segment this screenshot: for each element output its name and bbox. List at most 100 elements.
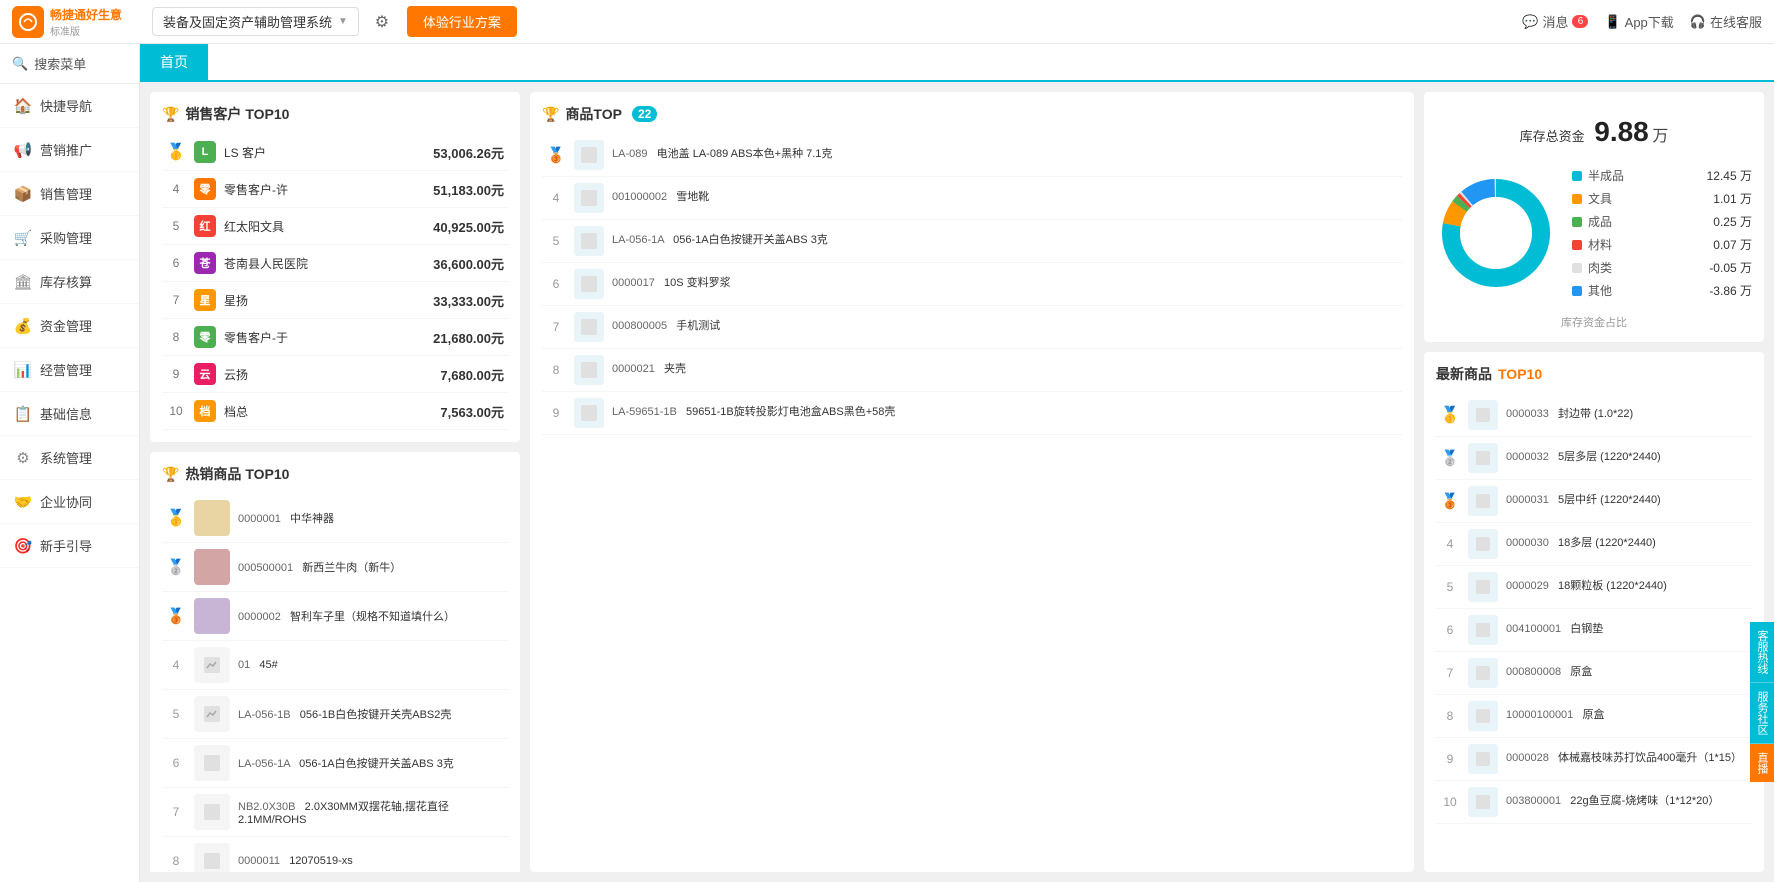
legend-color-dot xyxy=(1572,286,1582,296)
top-header: 畅捷通好生意 标准版 装备及固定资产辅助管理系统 ▼ ⚙ 体验行业方案 💬 消息… xyxy=(0,0,1774,44)
sidebar-item-system[interactable]: ⚙ 系统管理 xyxy=(0,436,139,480)
table-row: 9 云 云扬 7,680.00元 xyxy=(162,356,508,393)
legend-color-dot xyxy=(1572,263,1582,273)
inventory-card: 库存总资金 9.88 万 xyxy=(1424,92,1764,342)
rank-number: 4 xyxy=(546,191,566,205)
customer-name: 苍南县人民医院 xyxy=(224,255,425,272)
sidebar-item-navigation[interactable]: 🏠 快捷导航 xyxy=(0,84,139,128)
online-service-button[interactable]: 🎧 在线客服 xyxy=(1690,12,1762,31)
service-community-button[interactable]: 服务社区 xyxy=(1750,683,1774,744)
sidebar-item-enterprise[interactable]: 🤝 企业协同 xyxy=(0,480,139,524)
new-products-card: 最新商品 TOP10 🥇 0000033 封边带 ( xyxy=(1424,352,1764,872)
customer-amount: 51,183.00元 xyxy=(433,180,504,199)
right-column: 库存总资金 9.88 万 xyxy=(1424,92,1764,872)
settings-button[interactable]: ⚙ xyxy=(367,7,397,37)
rank-number: 9 xyxy=(546,406,566,420)
list-item: 10 003800001 22g鱼豆腐-烧烤味（1*12*20） xyxy=(1436,781,1752,824)
product-info: LA-056-1A 056-1A白色按键开关盖ABS 3克 xyxy=(238,755,504,771)
list-item: 9 0000028 体械嘉枝味苏打饮品400毫升（1*15） xyxy=(1436,738,1752,781)
trial-button[interactable]: 体验行业方案 xyxy=(407,6,517,37)
list-item: 5 LA-056-1A 056-1A白色按键开关盖ABS 3克 xyxy=(542,220,1402,263)
product-thumbnail xyxy=(194,647,230,683)
trophy-icon: 🏆 xyxy=(162,106,179,123)
product-thumbnail xyxy=(574,398,604,428)
rank-number: 🥈 xyxy=(1440,449,1460,467)
header-right: 💬 消息 6 📱 App下载 🎧 在线客服 xyxy=(1522,12,1762,31)
product-thumbnail xyxy=(194,745,230,781)
rank-number: 4 xyxy=(166,182,186,196)
product-info: 000500001 新西兰牛肉（新牛） xyxy=(238,559,504,575)
sold-products-title: 🏆 商品TOP 22 xyxy=(542,104,1402,124)
list-item: 6 LA-056-1A 056-1A白色按键开关盖ABS 3克 xyxy=(162,739,508,788)
product-thumbnail xyxy=(574,226,604,256)
live-broadcast-button[interactable]: 直播 xyxy=(1750,744,1774,782)
product-thumbnail xyxy=(1468,701,1498,731)
sidebar-item-basic-info[interactable]: 📋 基础信息 xyxy=(0,392,139,436)
system-selector[interactable]: 装备及固定资产辅助管理系统 ▼ xyxy=(152,7,359,36)
sidebar-item-guide[interactable]: 🎯 新手引导 xyxy=(0,524,139,568)
search-icon: 🔍 xyxy=(12,56,28,72)
customer-amount: 21,680.00元 xyxy=(433,328,504,347)
donut-chart xyxy=(1436,173,1556,293)
product-thumbnail xyxy=(574,355,604,385)
hot-products-title: 🏆 热销商品 TOP10 xyxy=(162,464,508,484)
product-info: LA-056-1B 056-1B白色按键开关壳ABS2壳 xyxy=(238,706,504,722)
product-info: NB2.0X30B 2.0X30MM双摆花轴,摆花直径2.1MM/ROHS xyxy=(238,798,504,826)
logo-icon xyxy=(12,6,44,38)
legend-item: 肉类 -0.05 万 xyxy=(1572,256,1752,279)
list-item: 5 0000029 18颗粒板 (1220*2440) xyxy=(1436,566,1752,609)
sales-icon: 📦 xyxy=(14,185,32,203)
product-info: 0000011 12070519-xs xyxy=(238,855,504,867)
rank-number: 🥇 xyxy=(166,508,186,528)
sold-products-count-badge: 22 xyxy=(632,106,657,122)
rank-number: 7 xyxy=(1440,666,1460,680)
rank-number: 7 xyxy=(166,293,186,307)
rank-number: 10 xyxy=(1440,795,1460,809)
content-area: 首页 🏆 销售客户 TOP10 🥇 L LS 客户 xyxy=(140,44,1774,882)
product-thumbnail xyxy=(1468,658,1498,688)
list-item: 8 10000100001 原盒 xyxy=(1436,695,1752,738)
customer-service-button[interactable]: 客服热线 xyxy=(1750,622,1774,683)
rank-number: 6 xyxy=(1440,623,1460,637)
legend-item: 文具 1.01 万 xyxy=(1572,187,1752,210)
sidebar-item-purchase[interactable]: 🛒 采购管理 xyxy=(0,216,139,260)
middle-column: 🏆 商品TOP 22 🥉 LA-089 xyxy=(530,92,1414,872)
purchase-icon: 🛒 xyxy=(14,229,32,247)
sidebar-item-inventory[interactable]: 🏛 库存核算 xyxy=(0,260,139,304)
customer-amount: 53,006.26元 xyxy=(433,143,504,162)
notification-button[interactable]: 💬 消息 6 xyxy=(1522,12,1588,31)
sidebar-item-sales[interactable]: 📦 销售管理 xyxy=(0,172,139,216)
list-item: 9 LA-59651-1B 59651-1B旋转投影灯电池盒ABS黑色+58壳 xyxy=(542,392,1402,435)
customer-name: 星扬 xyxy=(224,292,425,309)
avatar: 档 xyxy=(194,400,216,422)
legend-color-dot xyxy=(1572,194,1582,204)
customer-amount: 40,925.00元 xyxy=(433,217,504,236)
marketing-icon: 📢 xyxy=(14,141,32,159)
customer-name: 红太阳文具 xyxy=(224,218,425,235)
sidebar-item-marketing[interactable]: 📢 营销推广 xyxy=(0,128,139,172)
product-info: 001000002 雪地靴 xyxy=(612,190,1398,205)
rank-number: 6 xyxy=(546,277,566,291)
page-content: 🏆 销售客户 TOP10 🥇 L LS 客户 53,006.26元 xyxy=(140,82,1774,882)
product-info: 0000021 夹壳 xyxy=(612,362,1398,377)
customer-ranking-title: 🏆 销售客户 TOP10 xyxy=(162,104,508,124)
sidebar-item-management[interactable]: 📊 经营管理 xyxy=(0,348,139,392)
system-icon: ⚙ xyxy=(14,449,32,467)
product-thumbnail xyxy=(574,140,604,170)
sidebar-item-finance[interactable]: 💰 资金管理 xyxy=(0,304,139,348)
product-info: 0000017 10S 变料罗浆 xyxy=(612,276,1398,291)
customer-amount: 36,600.00元 xyxy=(433,254,504,273)
app-download-button[interactable]: 📱 App下载 xyxy=(1604,12,1673,31)
rank-number: 4 xyxy=(1440,537,1460,551)
tab-home[interactable]: 首页 xyxy=(140,44,208,82)
product-info: 10000100001 原盒 xyxy=(1506,708,1748,723)
customer-amount: 33,333.00元 xyxy=(433,291,504,310)
search-menu-button[interactable]: 🔍 搜索菜单 xyxy=(0,44,139,84)
mobile-icon: 📱 xyxy=(1604,14,1620,30)
product-info: 0000029 18颗粒板 (1220*2440) xyxy=(1506,579,1748,594)
list-item: 4 01 45# xyxy=(162,641,508,690)
rank-number: 7 xyxy=(166,805,186,819)
rank-number: 5 xyxy=(166,219,186,233)
product-info: LA-59651-1B 59651-1B旋转投影灯电池盒ABS黑色+58壳 xyxy=(612,405,1398,420)
list-item: 7 000800005 手机测试 xyxy=(542,306,1402,349)
